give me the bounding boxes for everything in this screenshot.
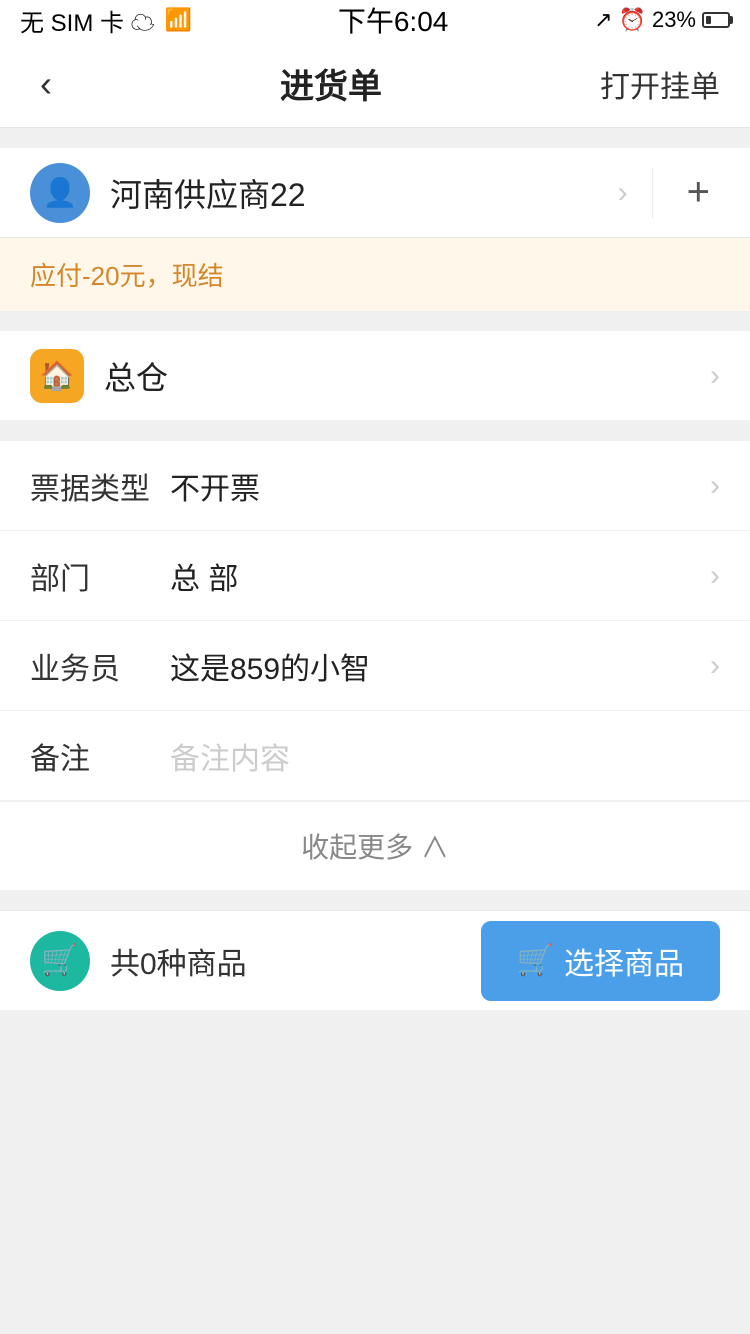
open-pending-button[interactable]: 打开挂单	[600, 62, 720, 106]
navigation-bar: ‹ 进货单 打开挂单	[0, 40, 750, 128]
warehouse-label: 总仓	[104, 353, 710, 399]
product-icon-wrap: 🛒	[30, 931, 90, 991]
alarm-icon: ⏰	[619, 7, 646, 33]
select-product-button[interactable]: 🛒 选择商品	[481, 921, 720, 1001]
select-label: 选择商品	[564, 939, 684, 983]
collapse-button[interactable]: 收起更多 ∧	[0, 801, 750, 890]
supplier-avatar: 👤	[30, 163, 90, 223]
collapse-label: 收起更多 ∧	[301, 832, 449, 863]
invoice-type-row[interactable]: 票据类型 不开票 ›	[0, 441, 750, 531]
house-icon: 🏠	[40, 359, 75, 392]
vertical-divider	[652, 168, 653, 218]
supplier-section[interactable]: 👤 河南供应商22 › +	[0, 148, 750, 238]
supplier-chevron-icon: ›	[618, 176, 628, 210]
department-chevron-icon: ›	[710, 559, 720, 593]
department-row[interactable]: 部门 总 部 ›	[0, 531, 750, 621]
warehouse-icon: 🏠	[30, 349, 84, 403]
status-bar: 无 SIM 卡 ☁ 📶 下午6:04 ↗ ⏰ 23%	[0, 0, 750, 40]
info-text: 应付-20元，现结	[30, 261, 224, 291]
supplier-name: 河南供应商22	[110, 170, 618, 216]
invoice-type-chevron-icon: ›	[710, 469, 720, 503]
salesperson-value: 这是859的小智	[170, 644, 710, 688]
wifi-icon: 📶	[165, 7, 192, 33]
avatar-icon: 👤	[43, 176, 78, 209]
status-right: ↗ ⏰ 23%	[594, 7, 730, 33]
remark-row[interactable]: 备注 备注内容	[0, 711, 750, 801]
form-section: 票据类型 不开票 › 部门 总 部 › 业务员 这是859的小智 › 备注 备注…	[0, 441, 750, 801]
page-title: 进货单	[280, 59, 382, 108]
status-time: 下午6:04	[338, 0, 449, 40]
remark-label: 备注	[30, 734, 170, 778]
info-banner: 应付-20元，现结	[0, 238, 750, 311]
add-supplier-button[interactable]: +	[677, 160, 720, 225]
bottom-bar: 🛒 共0种商品 🛒 选择商品	[0, 910, 750, 1010]
no-sim-label: 无 SIM 卡 ☁	[20, 3, 155, 38]
department-label: 部门	[30, 554, 170, 598]
warehouse-row[interactable]: 🏠 总仓 ›	[0, 331, 750, 421]
salesperson-chevron-icon: ›	[710, 649, 720, 683]
location-icon: ↗	[594, 7, 612, 33]
salesperson-row[interactable]: 业务员 这是859的小智 ›	[0, 621, 750, 711]
invoice-type-label: 票据类型	[30, 464, 170, 508]
salesperson-label: 业务员	[30, 644, 170, 688]
back-button[interactable]: ‹	[30, 53, 62, 115]
warehouse-chevron-icon: ›	[710, 359, 720, 393]
product-count: 共0种商品	[110, 939, 481, 983]
separator-3	[0, 421, 750, 441]
battery-icon	[702, 12, 730, 28]
remark-input[interactable]: 备注内容	[170, 734, 720, 778]
page-background	[0, 1010, 750, 1290]
separator-1	[0, 128, 750, 148]
separator-2	[0, 311, 750, 331]
separator-4	[0, 890, 750, 910]
battery-label: 23%	[652, 7, 696, 33]
invoice-type-value: 不开票	[170, 464, 710, 508]
cart-icon: 🛒	[41, 943, 78, 978]
department-value: 总 部	[170, 554, 710, 598]
select-cart-icon: 🛒	[517, 943, 554, 978]
status-left: 无 SIM 卡 ☁ 📶	[20, 3, 192, 38]
